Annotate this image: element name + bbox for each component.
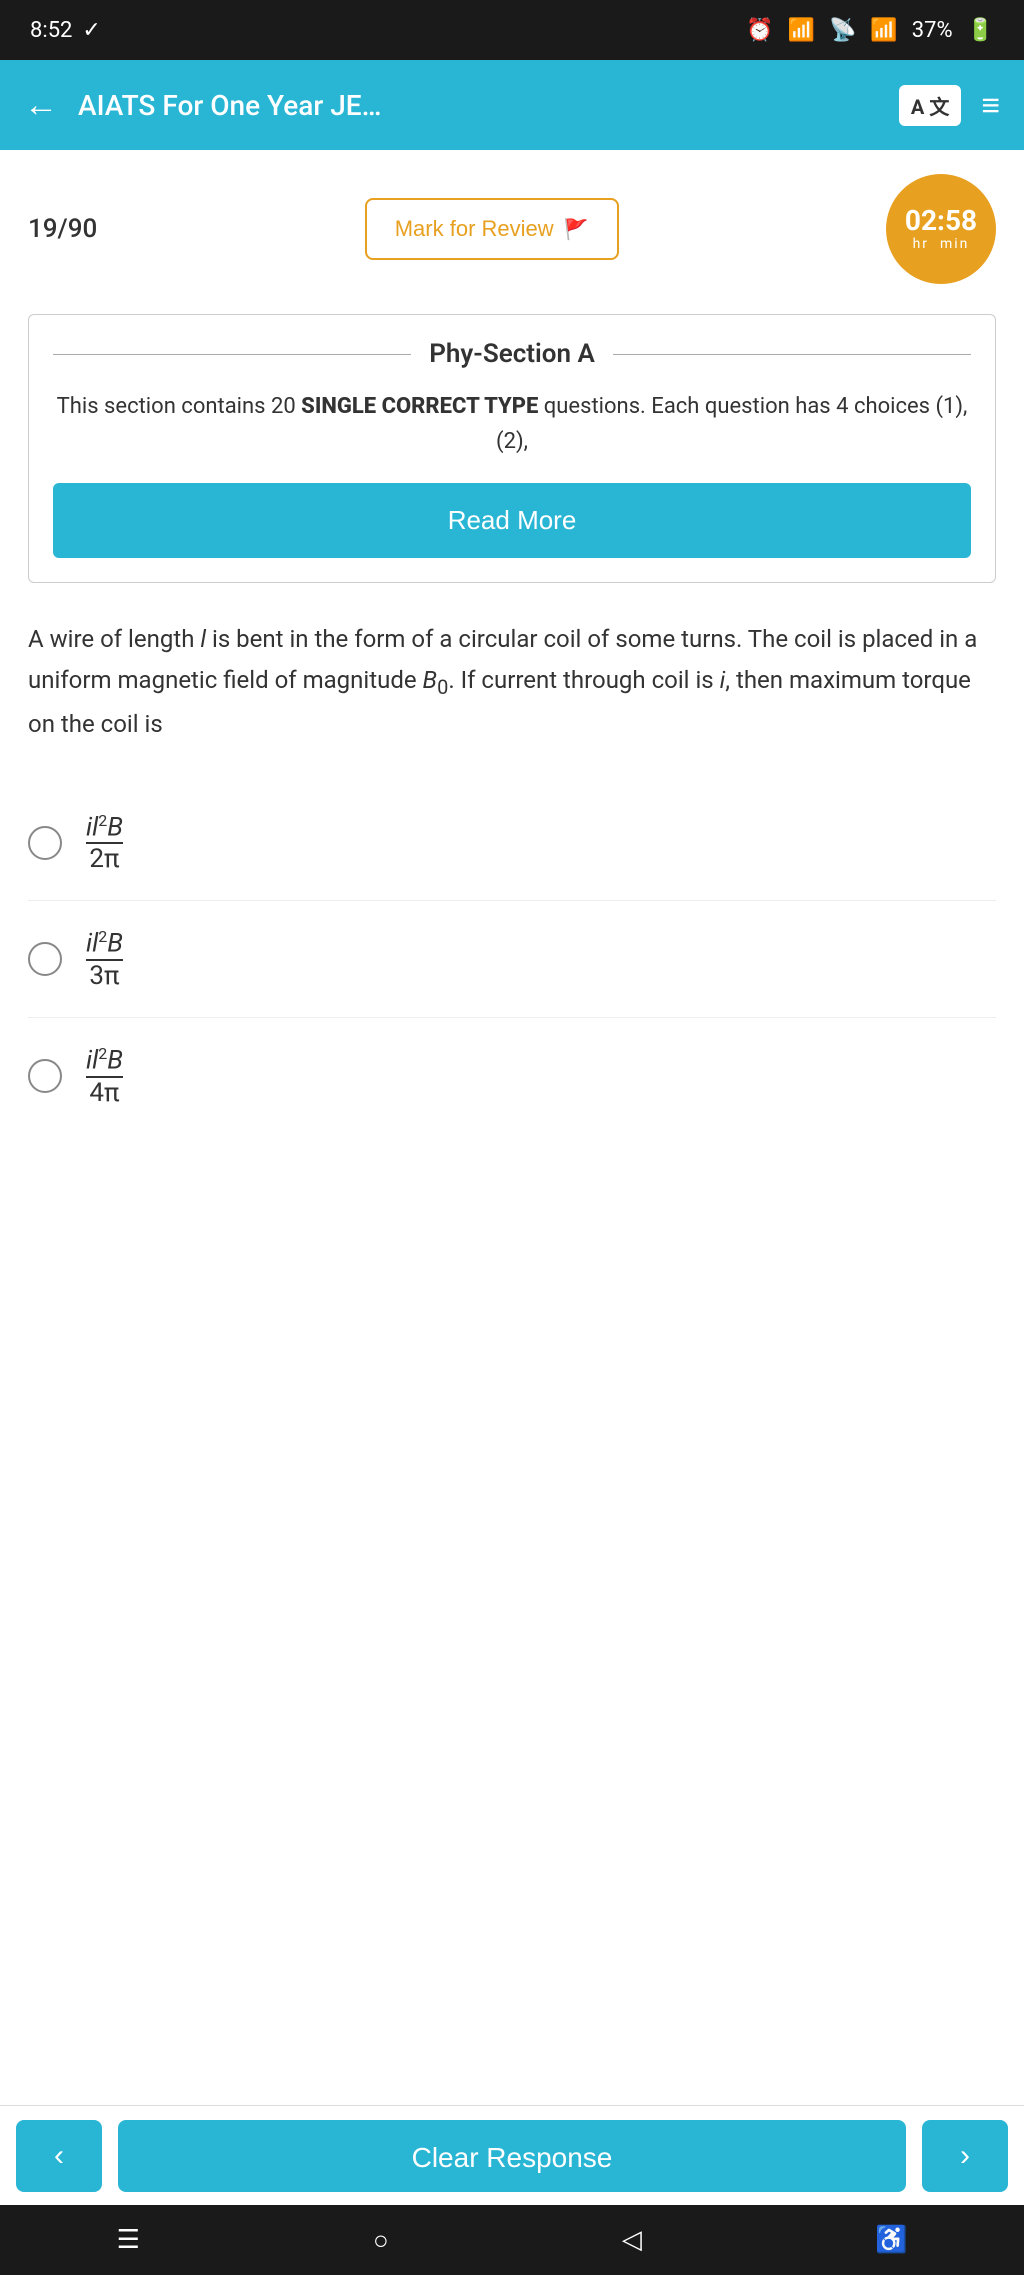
wifi-icon: 📡 — [829, 18, 856, 43]
timer-circle: 02:58 hr min — [886, 174, 996, 284]
flag-icon: 🚩 — [564, 217, 589, 242]
section-description: This section contains 20 SINGLE CORRECT … — [53, 389, 971, 459]
battery-percent: 37% — [912, 18, 953, 43]
radio-2[interactable] — [28, 942, 62, 976]
option-2[interactable]: il2B 3π — [28, 901, 996, 1018]
previous-button[interactable]: ‹ — [16, 2120, 102, 2192]
timer-min: min — [940, 236, 969, 252]
option-1-numerator: il2B — [86, 813, 123, 841]
android-accessibility-icon[interactable]: ♿ — [875, 2225, 907, 2255]
timer-units: hr min — [913, 236, 970, 252]
section-title-line-right — [613, 354, 971, 355]
option-3-formula: il2B 4π — [86, 1046, 123, 1106]
battery-icon: 🔋 — [967, 18, 994, 43]
status-bar-left: 8:52 ✓ — [30, 18, 101, 43]
translate-button[interactable]: A 文 — [899, 85, 961, 126]
next-icon: › — [960, 2139, 970, 2173]
next-button[interactable]: › — [922, 2120, 1008, 2192]
option-3-numerator: il2B — [86, 1046, 123, 1074]
mark-for-review-button[interactable]: Mark for Review 🚩 — [365, 198, 619, 260]
android-home-icon[interactable]: ○ — [373, 2225, 389, 2256]
main-content: 19/90 Mark for Review 🚩 02:58 hr min Phy… — [0, 150, 1024, 2105]
prev-icon: ‹ — [54, 2139, 64, 2173]
clear-response-button[interactable]: Clear Response — [118, 2120, 906, 2192]
question-text: A wire of length l is bent in the form o… — [28, 619, 996, 744]
status-bar-right: ⏰ 📶 📡 📶 37% 🔋 — [746, 18, 994, 43]
android-nav-bar: ☰ ○ ◁ ♿ — [0, 2205, 1024, 2275]
menu-button[interactable]: ≡ — [981, 86, 1000, 124]
option-2-formula: il2B 3π — [86, 929, 123, 989]
back-button[interactable]: ← — [24, 85, 58, 125]
section-title: Phy-Section A — [411, 339, 613, 369]
question-number: 19/90 — [28, 214, 97, 244]
section-box: Phy-Section A This section contains 20 S… — [28, 314, 996, 583]
option-3[interactable]: il2B 4π — [28, 1018, 996, 1134]
options-list: il2B 2π il2B 3π il2B 4π — [28, 785, 996, 1134]
data-icon: 📶 — [788, 18, 815, 43]
option-2-numerator: il2B — [86, 929, 123, 957]
status-check-icon: ✓ — [82, 18, 100, 43]
signal-icon: 📶 — [870, 18, 897, 43]
option-1[interactable]: il2B 2π — [28, 785, 996, 902]
timer-hr: hr — [913, 236, 929, 252]
section-title-wrapper: Phy-Section A — [53, 339, 971, 369]
android-back-icon[interactable]: ◁ — [622, 2225, 642, 2255]
option-1-formula: il2B 2π — [86, 813, 123, 873]
mark-review-label: Mark for Review — [395, 216, 554, 242]
option-3-denominator: 4π — [89, 1080, 119, 1106]
question-header: 19/90 Mark for Review 🚩 02:58 hr min — [28, 174, 996, 284]
option-2-denominator: 3π — [89, 963, 119, 989]
radio-3[interactable] — [28, 1059, 62, 1093]
option-1-denominator: 2π — [89, 846, 119, 872]
status-time: 8:52 — [30, 18, 72, 43]
timer-value: 02:58 — [905, 206, 977, 237]
read-more-button[interactable]: Read More — [53, 483, 971, 558]
section-title-line-left — [53, 354, 411, 355]
android-menu-icon[interactable]: ☰ — [117, 2225, 140, 2255]
translate-label: A 文 — [911, 91, 949, 120]
status-bar: 8:52 ✓ ⏰ 📶 📡 📶 37% 🔋 — [0, 0, 1024, 60]
bottom-navigation: ‹ Clear Response › — [0, 2105, 1024, 2205]
radio-1[interactable] — [28, 826, 62, 860]
app-bar-title: AIATS For One Year JE… — [78, 89, 879, 122]
alarm-icon: ⏰ — [746, 18, 773, 43]
app-bar: ← AIATS For One Year JE… A 文 ≡ — [0, 60, 1024, 150]
